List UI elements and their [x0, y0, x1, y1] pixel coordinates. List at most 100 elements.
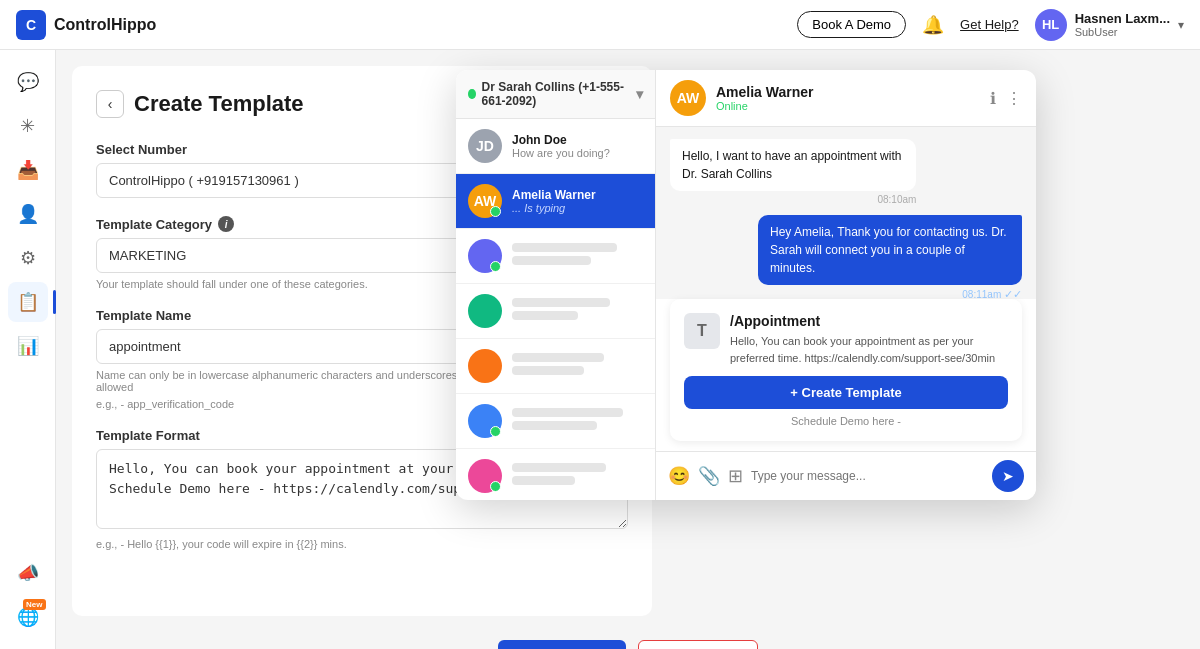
submit-button[interactable]: Submit — [498, 640, 625, 649]
bell-icon[interactable]: 🔔 — [922, 14, 944, 36]
skeleton-line — [512, 366, 584, 375]
sidebar-item-chart[interactable]: 📊 — [8, 326, 48, 366]
avatar: HL — [1035, 9, 1067, 41]
avatar: AW — [468, 184, 502, 218]
attachment-icon[interactable]: 📎 — [698, 465, 720, 487]
nav-right: Book A Demo 🔔 Get Help? HL Hasnen Laxm..… — [797, 9, 1184, 41]
message-input[interactable] — [751, 469, 984, 483]
chat-right-header: AW Amelia Warner Online ℹ ⋮ — [656, 70, 1036, 127]
avatar — [468, 404, 502, 438]
template-description: Hello, You can book your appointment as … — [730, 333, 1008, 366]
avatar — [468, 459, 502, 493]
user-menu[interactable]: HL Hasnen Laxm... SubUser ▾ — [1035, 9, 1184, 41]
message: Hello, I want to have an appointment wit… — [670, 139, 916, 205]
chevron-down-icon: ▾ — [1178, 18, 1184, 32]
chat-conversation: AW Amelia Warner Online ℹ ⋮ Hello, I wan… — [656, 70, 1036, 500]
skeleton-line — [512, 408, 623, 417]
contact-text: Amelia Warner ... Is typing — [512, 188, 643, 214]
logo-icon: C — [16, 10, 46, 40]
user-name-block: Hasnen Laxm... SubUser — [1075, 11, 1170, 38]
emoji-icon[interactable]: 😊 — [668, 465, 690, 487]
list-item[interactable] — [456, 339, 655, 394]
list-item[interactable]: JD John Doe How are you doing? — [456, 119, 655, 174]
new-badge: New — [23, 599, 45, 610]
contact-status: Online — [716, 100, 814, 112]
chat-contact-list: Dr Sarah Collins (+1-555-661-2092) ▾ JD … — [456, 70, 656, 500]
contact-avatar: AW — [670, 80, 706, 116]
skeleton-line — [512, 353, 604, 362]
more-options-icon[interactable]: ⋮ — [1006, 89, 1022, 108]
template-format-hint: e.g., - Hello {{1}}, your code will expi… — [96, 538, 628, 550]
template-suggestion-card: T /Appointment Hello, You can book your … — [670, 299, 1022, 441]
message: Hey Amelia, Thank you for contacting us.… — [758, 215, 1022, 299]
content-area: ‹ Create Template Select Number ControlH… — [56, 50, 1200, 649]
user-role: SubUser — [1075, 26, 1170, 38]
list-item[interactable] — [456, 449, 655, 500]
list-item[interactable] — [456, 394, 655, 449]
skeleton-line — [512, 256, 591, 265]
contact-text: John Doe How are you doing? — [512, 133, 643, 159]
skeleton-line — [512, 243, 617, 252]
contact-name: John Doe — [512, 133, 643, 147]
contact-text — [512, 353, 643, 379]
user-name: Hasnen Laxm... — [1075, 11, 1170, 26]
channel-chevron-icon[interactable]: ▾ — [636, 86, 643, 102]
sidebar-item-template[interactable]: 📋 — [8, 282, 48, 322]
message-bubble: Hello, I want to have an appointment wit… — [670, 139, 916, 191]
contact-name: Amelia Warner — [716, 84, 814, 100]
read-check-icon: ✓✓ — [1004, 288, 1022, 299]
contact-text — [512, 298, 643, 324]
create-template-button[interactable]: + Create Template — [684, 376, 1008, 409]
template-icon-btn[interactable]: ⊞ — [728, 465, 743, 487]
book-demo-button[interactable]: Book A Demo — [797, 11, 906, 38]
sidebar-item-grid[interactable]: ⚙ — [8, 238, 48, 278]
sidebar-item-person[interactable]: 👤 — [8, 194, 48, 234]
sidebar-item-asterisk[interactable]: ✳ — [8, 106, 48, 146]
message-bubble: Hey Amelia, Thank you for contacting us.… — [758, 215, 1022, 285]
contact-text — [512, 243, 643, 269]
skeleton-line — [512, 421, 597, 430]
sidebar-item-chat[interactable]: 💬 — [8, 62, 48, 102]
template-title: /Appointment — [730, 313, 1008, 329]
avatar — [468, 239, 502, 273]
skeleton-line — [512, 311, 578, 320]
chat-input-icons: 😊 📎 ⊞ — [668, 465, 743, 487]
send-button[interactable]: ➤ — [992, 460, 1024, 492]
get-help-link[interactable]: Get Help? — [960, 17, 1019, 32]
sidebar-item-megaphone[interactable]: 📣 — [8, 553, 48, 593]
avatar — [468, 349, 502, 383]
channel-name: Dr Sarah Collins (+1-555-661-2092) — [482, 80, 630, 108]
back-button[interactable]: ‹ — [96, 90, 124, 118]
whatsapp-icon — [468, 89, 476, 99]
chat-messages: Hello, I want to have an appointment wit… — [656, 127, 1036, 299]
chat-input-area: 😊 📎 ⊞ ➤ — [656, 451, 1036, 500]
list-item[interactable]: AW Amelia Warner ... Is typing — [456, 174, 655, 229]
list-item[interactable] — [456, 229, 655, 284]
message-time: 08:10am — [670, 194, 916, 205]
form-actions: Submit Cancel — [56, 640, 1200, 649]
list-item[interactable] — [456, 284, 655, 339]
message-time: 08:11am ✓✓ — [758, 288, 1022, 299]
contact-preview: How are you doing? — [512, 147, 643, 159]
contact-info: Amelia Warner Online — [716, 84, 814, 112]
page-title: Create Template — [134, 91, 304, 117]
app-name: ControlHippo — [54, 16, 156, 34]
info-icon[interactable]: ℹ — [990, 89, 996, 108]
info-icon: i — [218, 216, 234, 232]
contact-preview: ... Is typing — [512, 202, 643, 214]
top-navigation: C ControlHippo Book A Demo 🔔 Get Help? H… — [0, 0, 1200, 50]
contact-text — [512, 463, 643, 489]
template-type-icon: T — [684, 313, 720, 349]
skeleton-line — [512, 463, 606, 472]
contact-text — [512, 408, 643, 434]
chat-overlay: Dr Sarah Collins (+1-555-661-2092) ▾ JD … — [456, 70, 1036, 500]
avatar — [468, 294, 502, 328]
skeleton-line — [512, 476, 575, 485]
template-text: /Appointment Hello, You can book your ap… — [730, 313, 1008, 366]
main-layout: 💬 ✳ 📥 👤 ⚙ 📋 📊 📣 🌐 New ‹ Create Template … — [0, 50, 1200, 649]
sidebar-item-new[interactable]: 🌐 New — [8, 597, 48, 637]
contact-name: Amelia Warner — [512, 188, 643, 202]
sidebar-item-inbox[interactable]: 📥 — [8, 150, 48, 190]
cancel-button[interactable]: Cancel — [638, 640, 758, 649]
chat-header-icons: ℹ ⋮ — [990, 89, 1022, 108]
